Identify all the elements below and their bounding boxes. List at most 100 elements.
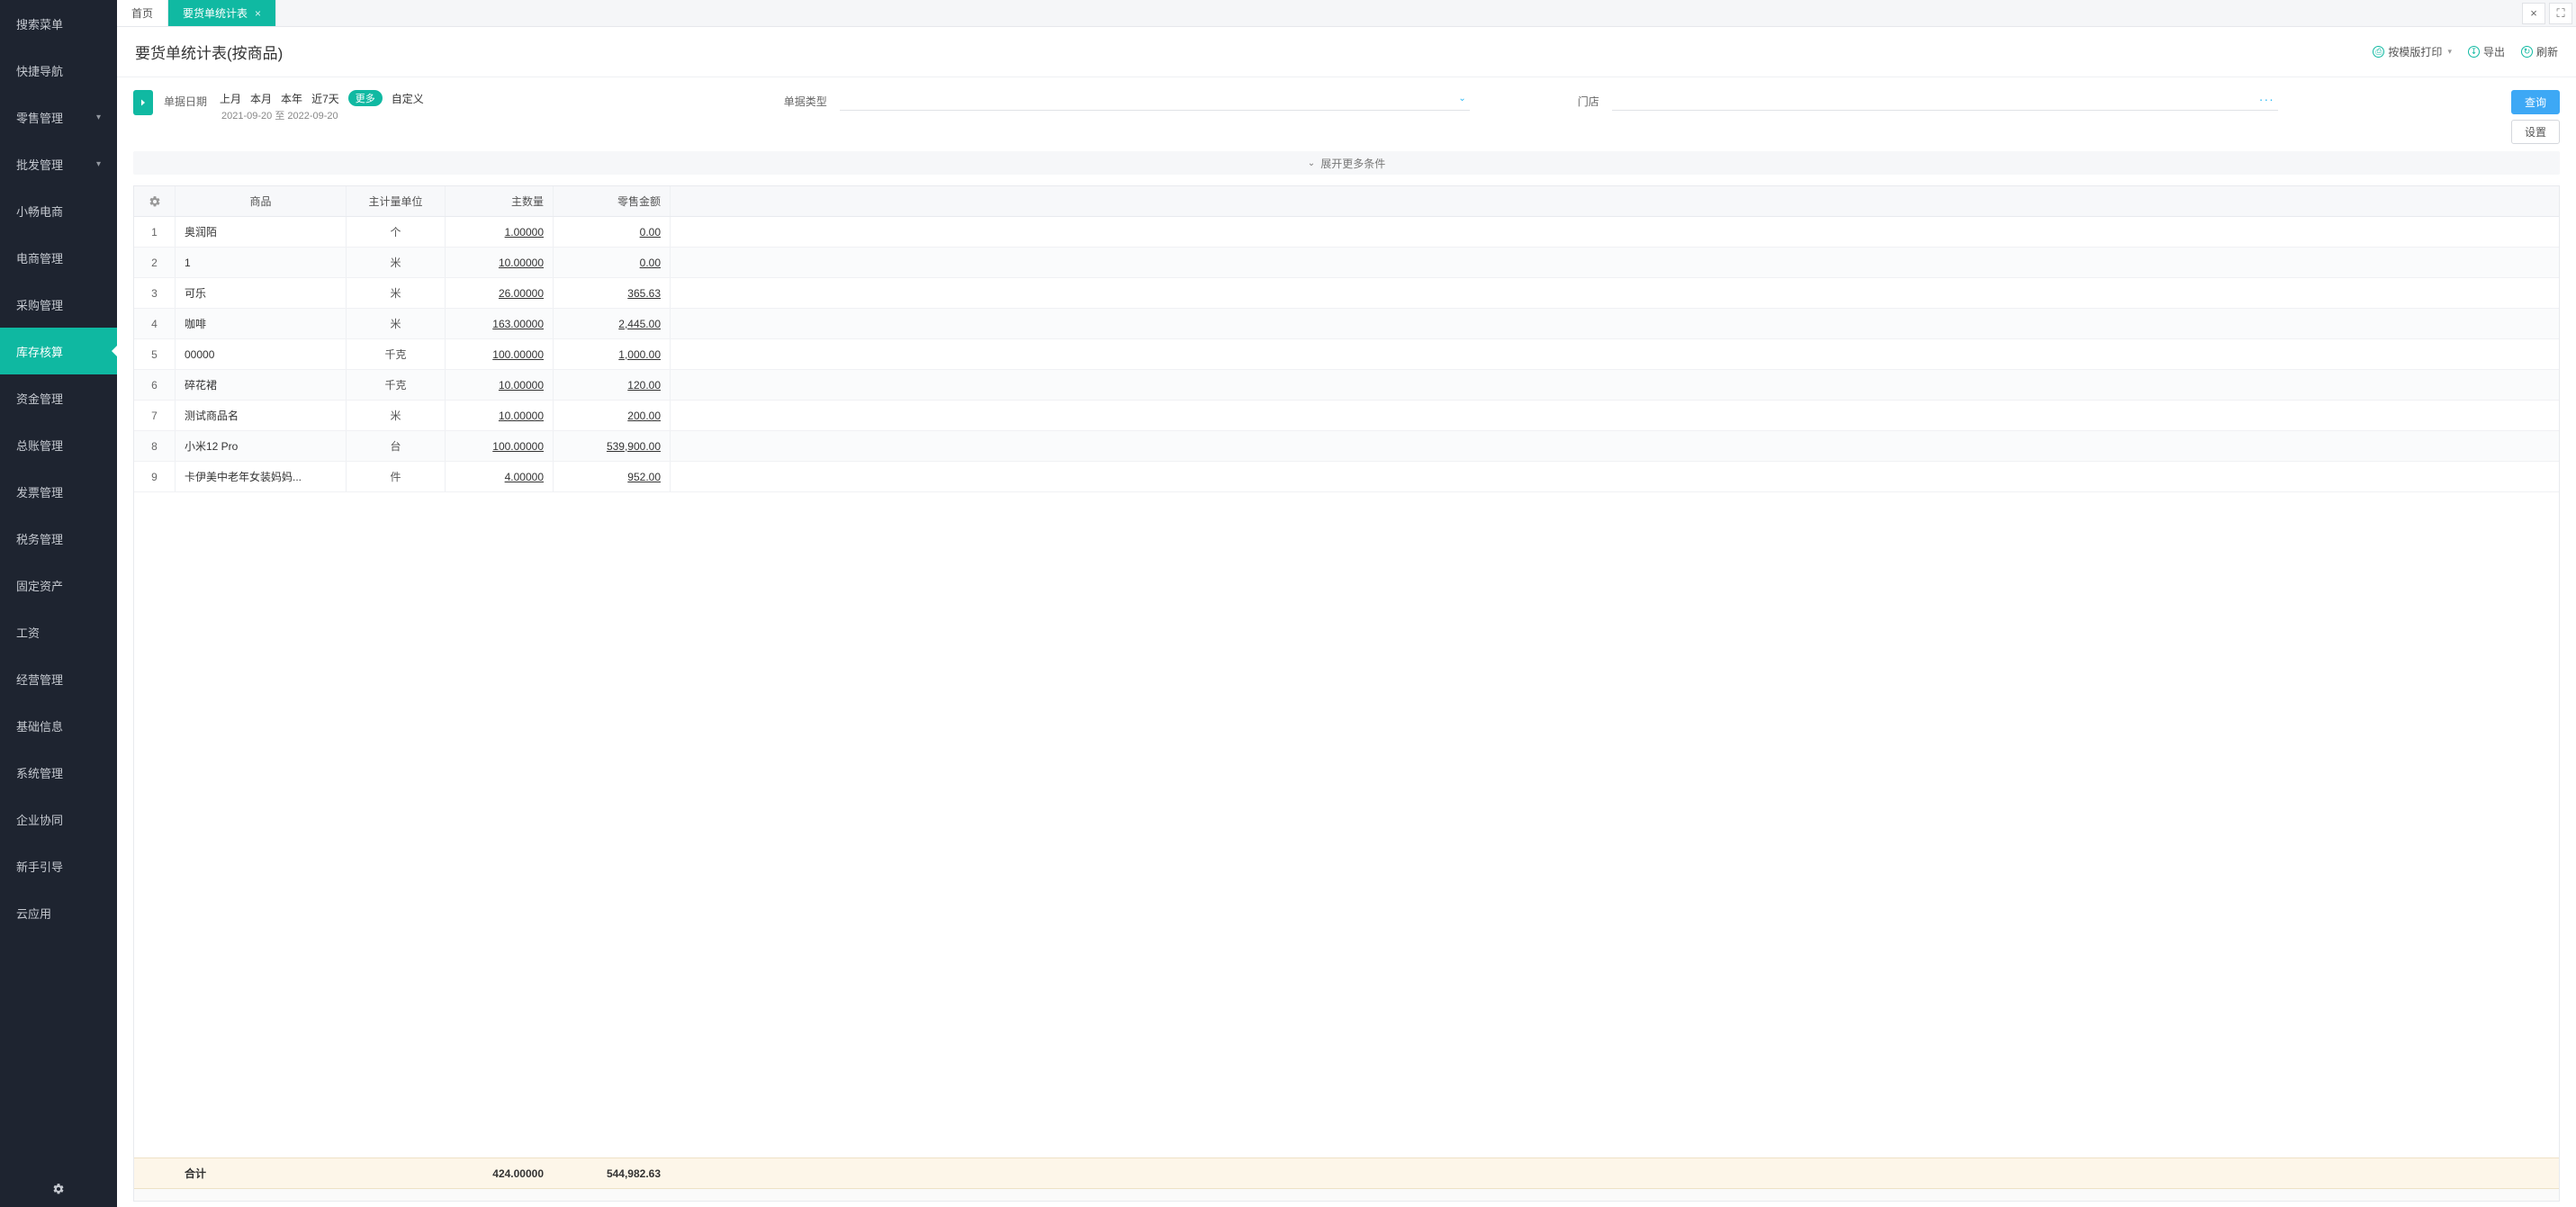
cell-name: 卡伊美中老年女装妈妈... <box>176 462 347 491</box>
cell-rest <box>671 401 2559 430</box>
print-button[interactable]: ⎙ 按模版打印 ▾ <box>2373 44 2452 59</box>
col-qty[interactable]: 主数量 <box>446 186 554 216</box>
quick-more[interactable]: 更多 <box>348 90 383 106</box>
expand-more-label: 展开更多条件 <box>1320 156 1385 171</box>
cell-qty[interactable]: 4.00000 <box>446 462 554 491</box>
cell-amt[interactable]: 0.00 <box>554 217 671 247</box>
sidebar-operation[interactable]: 经营管理 <box>0 655 117 702</box>
sidebar-xcec[interactable]: 小畅电商 <box>0 187 117 234</box>
sidebar-system[interactable]: 系统管理 <box>0 749 117 796</box>
cell-amt[interactable]: 2,445.00 <box>554 309 671 338</box>
sidebar-cloud[interactable]: 云应用 <box>0 889 117 936</box>
cell-amt[interactable]: 539,900.00 <box>554 431 671 461</box>
quick-custom[interactable]: 自定义 <box>392 91 424 106</box>
cell-qty[interactable]: 100.00000 <box>446 431 554 461</box>
collapse-filter-toggle[interactable] <box>133 90 153 115</box>
tab-report-label: 要货单统计表 <box>183 5 248 21</box>
chevron-down-icon[interactable]: ⌄ <box>1458 94 1465 104</box>
sidebar-settings[interactable] <box>0 1171 117 1207</box>
table-row[interactable]: 21米10.000000.00 <box>134 248 2559 278</box>
cell-qty[interactable]: 10.00000 <box>446 401 554 430</box>
sidebar-wholesale[interactable]: 批发管理▾ <box>0 140 117 187</box>
sidebar-payroll[interactable]: 工资 <box>0 608 117 655</box>
sidebar-funds[interactable]: 资金管理 <box>0 374 117 421</box>
gear-icon <box>149 195 161 208</box>
sidebar-item-label: 云应用 <box>16 905 51 922</box>
cell-index: 8 <box>134 431 176 461</box>
export-button[interactable]: ↧ 导出 <box>2468 44 2505 59</box>
quick-this-month[interactable]: 本月 <box>250 91 272 106</box>
quick-last7[interactable]: 近7天 <box>311 91 339 106</box>
sidebar-item-label: 小畅电商 <box>16 203 63 220</box>
refresh-button[interactable]: ↻ 刷新 <box>2521 44 2558 59</box>
sidebar-collab[interactable]: 企业协同 <box>0 796 117 842</box>
sidebar-fixedasset[interactable]: 固定资产 <box>0 562 117 608</box>
sidebar-quicknav[interactable]: 快捷导航 <box>0 47 117 94</box>
col-unit[interactable]: 主计量单位 <box>347 186 446 216</box>
cell-qty[interactable]: 163.00000 <box>446 309 554 338</box>
search-button[interactable]: 查询 <box>2511 90 2560 114</box>
sidebar-purchase[interactable]: 采购管理 <box>0 281 117 328</box>
sidebar-basicinfo[interactable]: 基础信息 <box>0 702 117 749</box>
cell-qty[interactable]: 10.00000 <box>446 370 554 400</box>
sidebar-guide[interactable]: 新手引导 <box>0 842 117 889</box>
sidebar-inventory[interactable]: 库存核算 <box>0 328 117 374</box>
col-name[interactable]: 商品 <box>176 186 347 216</box>
cell-unit: 米 <box>347 278 446 308</box>
horizontal-scrollbar[interactable] <box>133 1189 2560 1202</box>
cell-index: 2 <box>134 248 176 277</box>
cell-amt[interactable]: 120.00 <box>554 370 671 400</box>
sidebar-search[interactable]: 搜索菜单 <box>0 0 117 47</box>
sidebar-ledger[interactable]: 总账管理 <box>0 421 117 468</box>
cell-name: 可乐 <box>176 278 347 308</box>
sidebar-tax[interactable]: 税务管理 <box>0 515 117 562</box>
table-row[interactable]: 3可乐米26.00000365.63 <box>134 278 2559 309</box>
table-header: 商品 主计量单位 主数量 零售金额 <box>134 186 2559 217</box>
sidebar-item-label: 零售管理 <box>16 109 63 126</box>
quick-this-year[interactable]: 本年 <box>281 91 302 106</box>
sidebar-retail[interactable]: 零售管理▾ <box>0 94 117 140</box>
tab-report[interactable]: 要货单统计表 × <box>168 0 276 26</box>
tab-fullscreen[interactable]: ⛶ <box>2549 3 2572 24</box>
store-input[interactable] <box>1612 90 2278 111</box>
sidebar-ecommerce[interactable]: 电商管理 <box>0 234 117 281</box>
sidebar-item-label: 新手引导 <box>16 858 63 875</box>
page-header: 要货单统计表(按商品) ⎙ 按模版打印 ▾ ↧ 导出 ↻ 刷新 <box>117 27 2576 77</box>
table-row[interactable]: 500000千克100.000001,000.00 <box>134 339 2559 370</box>
sidebar-item-label: 库存核算 <box>16 343 63 360</box>
expand-more-filters[interactable]: ⌄ 展开更多条件 <box>133 151 2560 175</box>
tab-home[interactable]: 首页 <box>117 0 168 26</box>
type-input[interactable] <box>840 90 1470 111</box>
tab-close-all[interactable]: × <box>2522 3 2545 24</box>
cell-rest <box>671 370 2559 400</box>
cell-amt[interactable]: 1,000.00 <box>554 339 671 369</box>
cell-rest <box>671 431 2559 461</box>
cell-amt[interactable]: 200.00 <box>554 401 671 430</box>
table-row[interactable]: 6碎花裙千克10.00000120.00 <box>134 370 2559 401</box>
cell-qty[interactable]: 100.00000 <box>446 339 554 369</box>
settings-button[interactable]: 设置 <box>2511 120 2560 144</box>
col-settings[interactable] <box>134 186 176 216</box>
cell-qty[interactable]: 26.00000 <box>446 278 554 308</box>
page-title: 要货单统计表(按商品) <box>135 41 283 63</box>
table-row[interactable]: 4咖啡米163.000002,445.00 <box>134 309 2559 339</box>
table-row[interactable]: 8小米12 Pro台100.00000539,900.00 <box>134 431 2559 462</box>
more-icon[interactable]: ··· <box>2259 92 2274 106</box>
cell-index: 3 <box>134 278 176 308</box>
table-row[interactable]: 1奥润陌个1.000000.00 <box>134 217 2559 248</box>
cell-qty[interactable]: 10.00000 <box>446 248 554 277</box>
cell-qty[interactable]: 1.00000 <box>446 217 554 247</box>
cell-amt[interactable]: 0.00 <box>554 248 671 277</box>
sidebar-item-label: 税务管理 <box>16 530 63 547</box>
cell-amt[interactable]: 365.63 <box>554 278 671 308</box>
cell-index: 4 <box>134 309 176 338</box>
table-row[interactable]: 7测试商品名米10.00000200.00 <box>134 401 2559 431</box>
table-row[interactable]: 9卡伊美中老年女装妈妈...件4.00000952.00 <box>134 462 2559 492</box>
sidebar-item-label: 资金管理 <box>16 390 63 407</box>
sidebar-item-label: 系统管理 <box>16 764 63 781</box>
cell-amt[interactable]: 952.00 <box>554 462 671 491</box>
close-icon[interactable]: × <box>255 7 261 20</box>
col-amt[interactable]: 零售金额 <box>554 186 671 216</box>
sidebar-invoice[interactable]: 发票管理 <box>0 468 117 515</box>
quick-last-month[interactable]: 上月 <box>220 91 241 106</box>
